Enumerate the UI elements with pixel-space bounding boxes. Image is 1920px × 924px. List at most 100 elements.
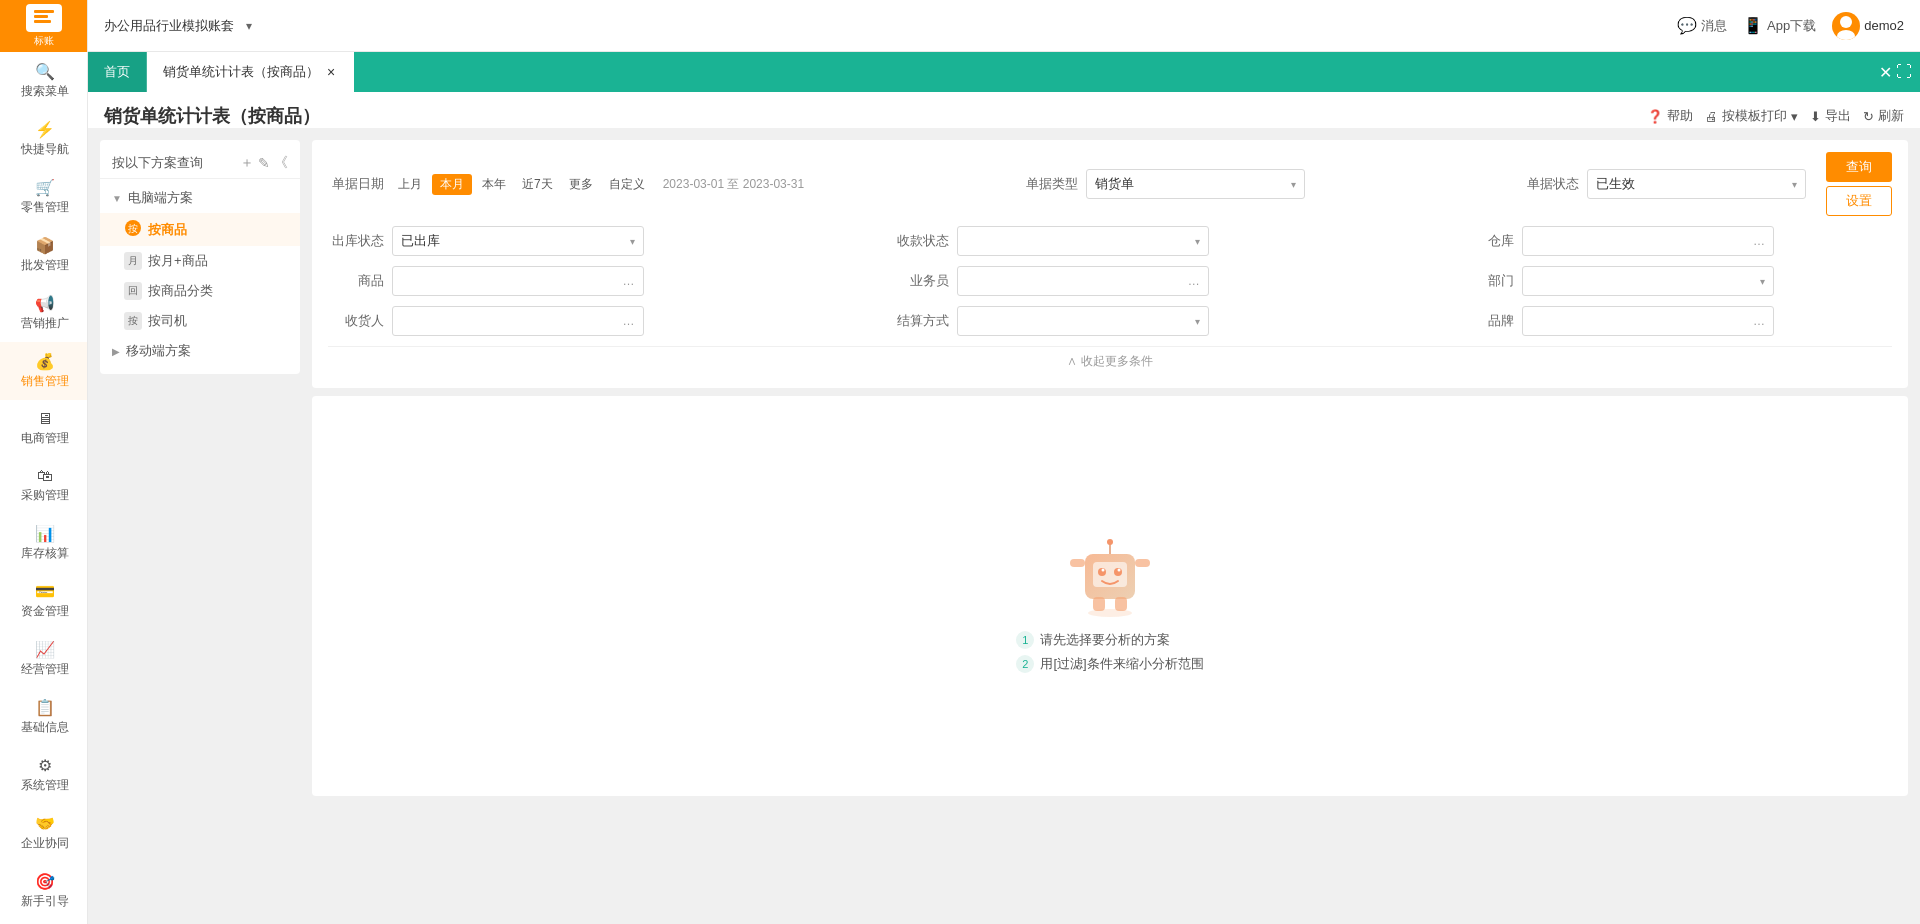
- export-button[interactable]: ⬇ 导出: [1810, 107, 1851, 125]
- tab-close-all-button[interactable]: ✕: [1879, 63, 1892, 82]
- export-icon: ⬇: [1810, 109, 1821, 124]
- sidebar-item-search[interactable]: 🔍 搜索菜单: [0, 52, 87, 110]
- date-label: 单据日期: [328, 175, 384, 193]
- active-dot-icon: 按: [124, 219, 142, 240]
- message-icon: 💬: [1677, 16, 1697, 35]
- sidebar-item-ecommerce[interactable]: 🖥 电商管理: [0, 400, 87, 457]
- tree-desktop[interactable]: ▼ 电脑端方案: [100, 183, 300, 213]
- product-input[interactable]: …: [392, 266, 644, 296]
- tab-close-button[interactable]: ×: [325, 65, 337, 79]
- tree-by-month-product[interactable]: 月 按月+商品: [100, 246, 300, 276]
- sidebar-item-purchase[interactable]: 🛍 采购管理: [0, 457, 87, 514]
- tab-home-label: 首页: [104, 63, 130, 81]
- tab-home[interactable]: 首页: [88, 52, 147, 92]
- tab-sales-stat-label: 销货单统计计表（按商品）: [163, 63, 319, 81]
- query-button[interactable]: 查询: [1826, 152, 1892, 182]
- logo[interactable]: 标账: [0, 0, 87, 52]
- department-select[interactable]: ▾: [1522, 266, 1774, 296]
- refresh-button[interactable]: ↻ 刷新: [1863, 107, 1904, 125]
- collection-label: 收款状态: [893, 232, 949, 250]
- svg-rect-1: [34, 15, 48, 18]
- sidebar-item-label: 搜索菜单: [21, 83, 69, 100]
- filter-row-2: 出库状态 已出库 ▾ 收款状态 ▾ 仓库: [328, 226, 1892, 256]
- outbound-value: 已出库: [401, 232, 440, 250]
- month-icon: 月: [124, 252, 142, 270]
- brand-dots: …: [1753, 314, 1765, 328]
- edit-scheme-button[interactable]: ✎: [258, 154, 270, 172]
- tree-item-label: 按商品: [148, 221, 187, 239]
- sidebar-item-operation[interactable]: 📈 经营管理: [0, 630, 87, 688]
- help-button[interactable]: ❓ 帮助: [1647, 107, 1693, 125]
- date-more[interactable]: 更多: [563, 174, 599, 195]
- settlement-select[interactable]: ▾: [957, 306, 1209, 336]
- page-actions: ❓ 帮助 🖨 按模板打印 ▾ ⬇ 导出 ↻ 刷新: [1647, 107, 1904, 125]
- sidebar-item-guide[interactable]: 🎯 新手引导: [0, 862, 87, 920]
- scheme-panel-icons: ＋ ✎ 《: [240, 154, 288, 172]
- tree-by-driver[interactable]: 按 按司机: [100, 306, 300, 336]
- sidebar-item-sales[interactable]: 💰 销售管理: [0, 342, 87, 400]
- sidebar-item-wholesale[interactable]: 📦 批发管理: [0, 226, 87, 284]
- tree-mobile[interactable]: ▶ 移动端方案: [100, 336, 300, 366]
- sidebar-item-inventory[interactable]: 📊 库存核算: [0, 514, 87, 572]
- product-dots: …: [623, 274, 635, 288]
- svg-rect-16: [1135, 559, 1150, 567]
- outbound-select[interactable]: 已出库 ▾: [392, 226, 644, 256]
- page-content: 销货单统计计表（按商品） ❓ 帮助 🖨 按模板打印 ▾ ⬇ 导出 ↻ 刷新: [88, 92, 1920, 924]
- tree-expand-icon: ▼: [112, 193, 122, 204]
- type-select[interactable]: 销货单 ▾: [1086, 169, 1305, 199]
- list-icon: 📋: [35, 698, 55, 717]
- sidebar-item-marketing[interactable]: 📢 营销推广: [0, 284, 87, 342]
- date-last-7-days[interactable]: 近7天: [516, 174, 559, 195]
- tree-item-label: 按司机: [148, 312, 187, 330]
- brand-input[interactable]: …: [1522, 306, 1774, 336]
- status-select[interactable]: 已生效 ▾: [1587, 169, 1806, 199]
- collapse-bar[interactable]: ∧ 收起更多条件: [328, 346, 1892, 376]
- svg-point-3: [1840, 16, 1852, 28]
- scheme-panel-title: 按以下方案查询: [112, 154, 203, 172]
- sidebar-item-enterprise[interactable]: 🤝 企业协同: [0, 804, 87, 862]
- sidebar-menu: 🔍 搜索菜单 ⚡ 快捷导航 🛒 零售管理 📦 批发管理 📢 营销推广 💰 销售管…: [0, 52, 87, 924]
- date-last-month[interactable]: 上月: [392, 174, 428, 195]
- collection-select[interactable]: ▾: [957, 226, 1209, 256]
- sidebar-item-appstore[interactable]: 📱 应用中心: [0, 920, 87, 924]
- sidebar-item-label: 资金管理: [21, 603, 69, 620]
- tree-by-product[interactable]: 按 按商品: [100, 213, 300, 246]
- date-this-month[interactable]: 本月: [432, 174, 472, 195]
- set-button[interactable]: 设置: [1826, 186, 1892, 216]
- sidebar-item-quicknav[interactable]: ⚡ 快捷导航: [0, 110, 87, 168]
- tree-by-category[interactable]: 回 按商品分类: [100, 276, 300, 306]
- tree-item-label: 电脑端方案: [128, 189, 193, 207]
- recipient-input[interactable]: …: [392, 306, 644, 336]
- dropdown-arrow-icon: ▾: [246, 19, 252, 33]
- date-this-year[interactable]: 本年: [476, 174, 512, 195]
- message-button[interactable]: 💬 消息: [1677, 16, 1727, 35]
- sidebar-item-finance[interactable]: 💳 资金管理: [0, 572, 87, 630]
- warehouse-input[interactable]: …: [1522, 226, 1774, 256]
- app-dropdown[interactable]: ▾: [246, 19, 252, 33]
- print-button[interactable]: 🖨 按模板打印 ▾: [1705, 107, 1798, 125]
- sidebar-item-system[interactable]: ⚙ 系统管理: [0, 746, 87, 804]
- date-custom[interactable]: 自定义: [603, 174, 651, 195]
- sidebar-item-retail[interactable]: 🛒 零售管理: [0, 168, 87, 226]
- salesperson-dots: …: [1188, 274, 1200, 288]
- collapse-label: ∧ 收起更多条件: [1067, 354, 1152, 368]
- sidebar-item-basic[interactable]: 📋 基础信息: [0, 688, 87, 746]
- tab-sales-stat[interactable]: 销货单统计计表（按商品） ×: [147, 52, 354, 92]
- app-download-label: App下载: [1767, 17, 1816, 35]
- tabbar-controls: ✕ ⛶: [1871, 63, 1920, 82]
- svg-rect-18: [1115, 597, 1127, 611]
- svg-rect-2: [34, 20, 51, 23]
- target-icon: 🎯: [35, 872, 55, 891]
- svg-point-14: [1107, 539, 1113, 545]
- sidebar-item-label: 零售管理: [21, 199, 69, 216]
- svg-point-19: [1088, 609, 1132, 617]
- user-info[interactable]: demo2: [1832, 12, 1904, 40]
- type-select-arrow: ▾: [1291, 179, 1296, 190]
- app-download-button[interactable]: 📱 App下载: [1743, 16, 1816, 35]
- salesperson-input[interactable]: …: [957, 266, 1209, 296]
- tab-expand-button[interactable]: ⛶: [1896, 63, 1912, 81]
- add-scheme-button[interactable]: ＋: [240, 154, 254, 172]
- sidebar-item-label: 基础信息: [21, 719, 69, 736]
- category-icon: 回: [124, 282, 142, 300]
- collapse-panel-button[interactable]: 《: [274, 154, 288, 172]
